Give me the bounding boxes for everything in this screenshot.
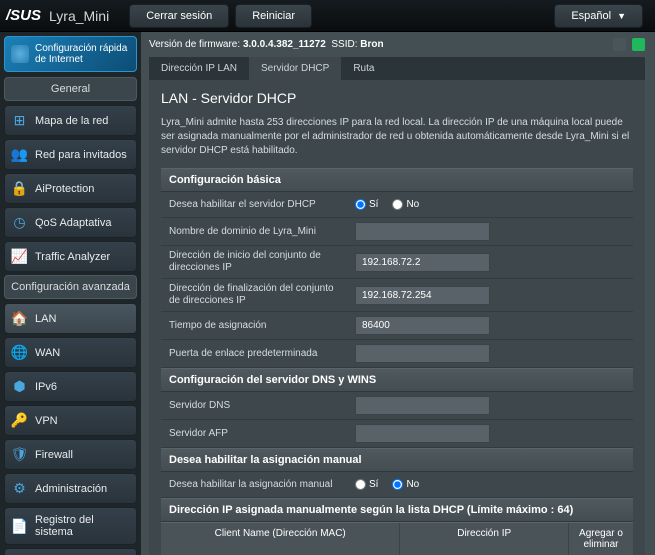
row-enable-manual: Desea habilitar la asignación manual Sí … <box>161 472 633 498</box>
sidebar-item-tools[interactable]: 🔧Herramientas de red <box>4 548 137 555</box>
ipv6-icon: ⬢ <box>11 378 28 395</box>
row-afp: Servidor AFP <box>161 420 633 448</box>
tab-route[interactable]: Ruta <box>341 57 386 80</box>
language-label: Español <box>571 10 611 22</box>
sidebar-item-admin[interactable]: ⚙Administración <box>4 473 137 504</box>
sidebar-item-firewall[interactable]: 🛡Firewall <box>4 439 137 470</box>
tab-lan-ip[interactable]: Dirección IP LAN <box>149 57 249 80</box>
ssid-label: SSID: <box>331 39 357 50</box>
main-panel: Versión de firmware: 3.0.0.4.382_11272 S… <box>141 32 655 555</box>
sidebar-item-traffic[interactable]: 📈Traffic Analyzer <box>4 241 137 272</box>
table-header: Client Name (Dirección MAC) Dirección IP… <box>161 522 633 555</box>
sidebar-item-qos[interactable]: ◷QoS Adaptativa <box>4 207 137 238</box>
sidebar-item-lan[interactable]: 🏠LAN <box>4 303 137 334</box>
model-name: Lyra_Mini <box>49 8 109 24</box>
sidebar-item-ipv6[interactable]: ⬢IPv6 <box>4 371 137 402</box>
col-client: Client Name (Dirección MAC) <box>161 523 400 555</box>
language-dropdown[interactable]: Español ▼ <box>554 4 643 28</box>
row-ip-start: Dirección de inicio del conjunto de dire… <box>161 246 633 279</box>
section-advanced: Configuración avanzada <box>4 275 137 299</box>
radio-enable-yes[interactable]: Sí <box>355 199 378 210</box>
gauge-icon: ◷ <box>11 214 28 231</box>
group-dns: Configuración del servidor DNS y WINS <box>161 368 633 392</box>
afp-input[interactable] <box>355 424 490 443</box>
row-enable-dhcp: Desea habilitar el servidor DHCP Sí No <box>161 192 633 218</box>
section-general: General <box>4 77 137 101</box>
row-dns: Servidor DNS <box>161 392 633 420</box>
firewall-icon: 🛡 <box>11 446 28 463</box>
row-ip-end: Dirección de finalización del conjunto d… <box>161 279 633 312</box>
firmware-value: 3.0.0.4.382_11272 <box>243 39 326 50</box>
gateway-input[interactable] <box>355 344 490 363</box>
network-map-icon: ⊞ <box>11 112 28 129</box>
ssid-value: Bron <box>360 39 383 50</box>
chart-icon: 📈 <box>11 248 28 265</box>
ip-end-input[interactable] <box>355 286 490 305</box>
row-gateway: Puerta de enlace predeterminada <box>161 340 633 368</box>
col-action: Agregar o eliminar <box>569 523 633 555</box>
sidebar-item-aiprotection[interactable]: 🔒AiProtection <box>4 173 137 204</box>
row-domain: Nombre de dominio de Lyra_Mini <box>161 218 633 246</box>
group-list: Dirección IP asignada manualmente según … <box>161 498 633 522</box>
col-ip: Dirección IP <box>400 523 569 555</box>
shield-icon: 🔒 <box>11 180 28 197</box>
home-icon: 🏠 <box>11 310 28 327</box>
firmware-label: Versión de firmware: <box>149 39 240 50</box>
vpn-icon: 🔑 <box>11 412 28 429</box>
admin-icon: ⚙ <box>11 480 28 497</box>
info-bar: Versión de firmware: 3.0.0.4.382_11272 S… <box>149 38 645 51</box>
radio-enable-no[interactable]: No <box>392 199 419 210</box>
sidebar-item-syslog[interactable]: 📄Registro del sistema <box>4 507 137 545</box>
sidebar-item-wan[interactable]: 🌐WAN <box>4 337 137 368</box>
wizard-label: Configuración rápida de Internet <box>35 43 130 65</box>
group-manual: Desea habilitar la asignación manual <box>161 448 633 472</box>
wizard-icon <box>11 45 29 63</box>
sidebar-item-network-map[interactable]: ⊞Mapa de la red <box>4 105 137 136</box>
status-icon-1 <box>613 38 626 51</box>
radio-manual-yes[interactable]: Sí <box>355 479 378 490</box>
dns-input[interactable] <box>355 396 490 415</box>
page-title: LAN - Servidor DHCP <box>161 90 633 106</box>
log-icon: 📄 <box>11 518 28 535</box>
ip-start-input[interactable] <box>355 253 490 272</box>
logout-button[interactable]: Cerrar sesión <box>129 4 229 28</box>
page-description: Lyra_Mini admite hasta 253 direcciones I… <box>161 116 633 158</box>
status-icon-2 <box>632 38 645 51</box>
quick-setup-button[interactable]: Configuración rápida de Internet <box>4 36 137 72</box>
tabs: Dirección IP LAN Servidor DHCP Ruta <box>149 57 645 80</box>
globe-icon: 🌐 <box>11 344 28 361</box>
brand-logo: /SUS <box>6 7 41 24</box>
group-basic: Configuración básica <box>161 168 633 192</box>
guest-icon: 👥 <box>11 146 28 163</box>
sidebar-item-guest-network[interactable]: 👥Red para invitados <box>4 139 137 170</box>
tab-dhcp[interactable]: Servidor DHCP <box>249 57 341 80</box>
domain-input[interactable] <box>355 222 490 241</box>
lease-input[interactable] <box>355 316 490 335</box>
chevron-down-icon: ▼ <box>617 11 626 21</box>
reboot-button[interactable]: Reiniciar <box>235 4 312 28</box>
sidebar-item-vpn[interactable]: 🔑VPN <box>4 405 137 436</box>
top-bar: /SUS Lyra_Mini Cerrar sesión Reiniciar E… <box>0 0 655 32</box>
sidebar: Configuración rápida de Internet General… <box>0 32 141 555</box>
row-lease: Tiempo de asignación <box>161 312 633 340</box>
radio-manual-no[interactable]: No <box>392 479 419 490</box>
content-panel: LAN - Servidor DHCP Lyra_Mini admite has… <box>149 80 645 555</box>
